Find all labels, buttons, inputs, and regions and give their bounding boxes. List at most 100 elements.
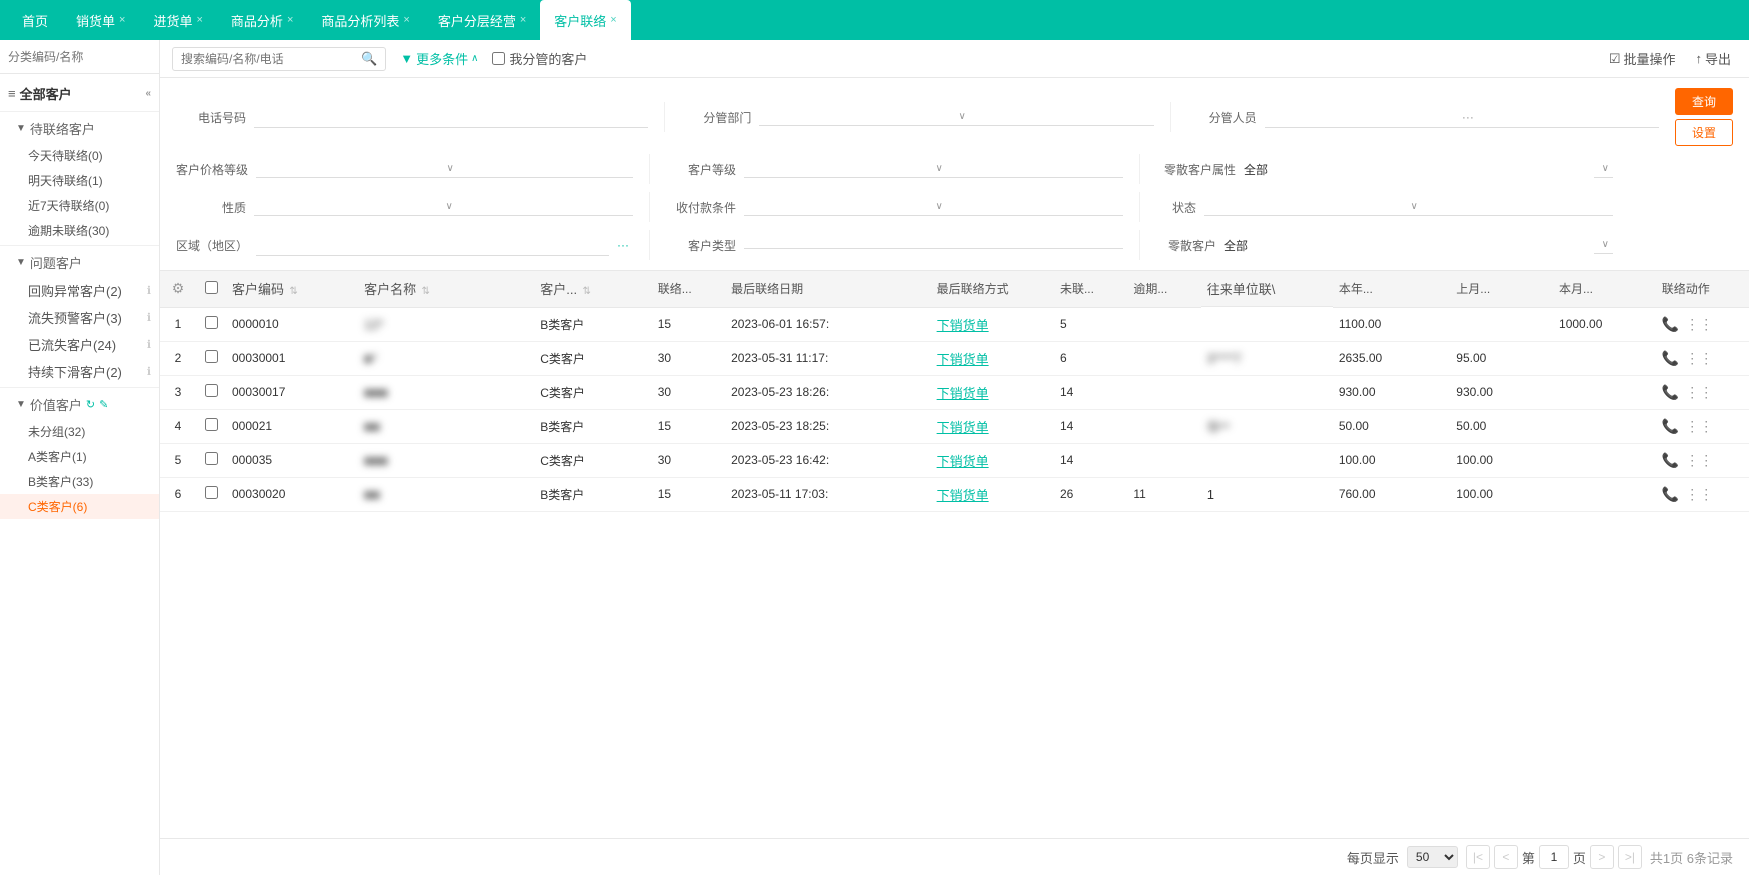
contact-action-icon[interactable]: 📞 [1662,452,1679,469]
nav-home[interactable]: 首页 [8,0,62,40]
cell-last-method[interactable]: 下销货单 [931,443,1054,477]
cell-last-method[interactable]: 下销货单 [931,477,1054,511]
filter-retail-select[interactable]: ∨ [1594,236,1613,254]
sidebar-item-ungrouped[interactable]: 未分组(32) [0,419,159,444]
more-action-icon[interactable]: ⋮⋮ [1685,316,1713,333]
page-last-btn[interactable]: >| [1618,845,1642,869]
cell-last-method[interactable]: 下销货单 [931,409,1054,443]
row-checkbox[interactable] [205,486,218,499]
more-action-icon[interactable]: ⋮⋮ [1685,486,1713,503]
filter-payment-select[interactable]: ∨ [744,198,1123,216]
select-all-checkbox[interactable] [205,281,218,294]
last-method-link[interactable]: 下销货单 [937,386,989,401]
filter-customer-level-select[interactable]: ∨ [744,160,1123,178]
last-method-link[interactable]: 下销货单 [937,454,989,469]
page-first-btn[interactable]: |< [1466,845,1490,869]
cell-checkbox[interactable] [196,477,226,511]
filter-region-input[interactable] [256,235,609,256]
row-checkbox[interactable] [205,350,218,363]
nav-goods-analysis-list[interactable]: 商品分析列表 × [307,0,423,40]
settings-icon[interactable]: ⚙ [172,280,185,296]
filter-manager-select[interactable]: ··· [1265,107,1659,128]
last-method-link[interactable]: 下销货单 [937,352,989,367]
manager-dots[interactable]: ··· [1458,110,1655,124]
sidebar-item-all-customers[interactable]: ≡ 全部客户 « [0,78,159,109]
th-unlink-days[interactable]: 未联... [1054,271,1127,307]
sidebar-group-problem[interactable]: ▼ 问题客户 [0,248,159,277]
th-overdue[interactable]: 逾期... [1127,271,1200,307]
more-action-icon[interactable]: ⋮⋮ [1685,452,1713,469]
th-last-date[interactable]: 最后联络日期 [725,271,931,307]
last-method-link[interactable]: 下销货单 [937,318,989,333]
nav-close-sales[interactable]: × [119,14,125,26]
page-next-btn[interactable]: > [1590,845,1614,869]
nav-sales[interactable]: 销货单 × [62,0,139,40]
th-last-method[interactable]: 最后联络方式 [931,271,1054,307]
filter-more-btn[interactable]: ▼ 更多条件 ∧ [394,46,484,71]
cell-last-method[interactable]: 下销货单 [931,341,1054,375]
cell-last-method[interactable]: 下销货单 [931,375,1054,409]
sidebar-item-week-contact[interactable]: 近7天待联络(0) [0,193,159,218]
page-prev-btn[interactable]: < [1494,845,1518,869]
th-this-year[interactable]: 本年... [1333,271,1450,307]
row-checkbox[interactable] [205,418,218,431]
th-code[interactable]: 客户编码 ⇅ [226,271,358,307]
th-name[interactable]: 客户名称 ⇅ [358,271,534,307]
cell-last-method[interactable]: 下销货单 [931,307,1054,341]
my-customers-checkbox[interactable] [492,52,505,65]
sidebar-item-today-contact[interactable]: 今天待联络(0) [0,143,159,168]
row-checkbox[interactable] [205,316,218,329]
sidebar-item-churn-warning[interactable]: 流失预警客户(3) ℹ [0,304,159,331]
set-btn[interactable]: 设置 [1675,119,1733,146]
last-method-link[interactable]: 下销货单 [937,488,989,503]
row-checkbox[interactable] [205,452,218,465]
contact-action-icon[interactable]: 📞 [1662,350,1679,367]
nav-close-goods-analysis[interactable]: × [287,14,293,26]
th-checkbox[interactable] [196,271,226,307]
region-dots[interactable]: ··· [613,238,633,252]
filter-dept-select[interactable]: ∨ [759,108,1153,126]
cell-checkbox[interactable] [196,341,226,375]
more-action-icon[interactable]: ⋮⋮ [1685,418,1713,435]
filter-nature-select[interactable]: ∨ [254,198,633,216]
sidebar-item-class-c[interactable]: C类客户(6) [0,494,159,519]
th-this-month[interactable]: 本月... [1553,271,1656,307]
batch-btn[interactable]: ☑ 批量操作 [1603,46,1682,71]
search-input[interactable] [181,52,361,66]
sidebar-item-tomorrow-contact[interactable]: 明天待联络(1) [0,168,159,193]
sidebar-item-overdue-contact[interactable]: 逾期未联络(30) [0,218,159,243]
th-last-month[interactable]: 上月... [1450,271,1553,307]
sidebar-item-repurchase-abnormal[interactable]: 回购异常客户(2) ℹ [0,277,159,304]
sidebar-item-declining[interactable]: 持续下滑客户(2) ℹ [0,358,159,385]
sidebar-item-class-a[interactable]: A类客户(1) [0,444,159,469]
sidebar-search-input[interactable] [8,50,160,64]
cell-checkbox[interactable] [196,409,226,443]
nav-close-customer-contact[interactable]: × [610,14,616,26]
nav-close-goods-analysis-list[interactable]: × [403,14,409,26]
filter-price-level-select[interactable]: ∨ [256,160,633,178]
filter-customer-type-select[interactable] [744,242,1123,249]
nav-close-purchase[interactable]: × [196,14,202,26]
sidebar-group-pending[interactable]: ▼ 待联络客户 [0,114,159,143]
sidebar-item-class-b[interactable]: B类客户(33) [0,469,159,494]
nav-customer-contact[interactable]: 客户联络 × [540,0,630,40]
cell-checkbox[interactable] [196,307,226,341]
nav-goods-analysis[interactable]: 商品分析 × [217,0,307,40]
edit-icon[interactable]: ✎ [99,398,108,411]
row-checkbox[interactable] [205,384,218,397]
cell-checkbox[interactable] [196,443,226,477]
more-action-icon[interactable]: ⋮⋮ [1685,384,1713,401]
nav-close-customer-tier[interactable]: × [520,14,526,26]
th-type[interactable]: 客户... ⇅ [534,271,651,307]
filter-retail-attr-select[interactable]: ∨ [1594,160,1613,178]
contact-action-icon[interactable]: 📞 [1662,316,1679,333]
cell-checkbox[interactable] [196,375,226,409]
contact-action-icon[interactable]: 📞 [1662,486,1679,503]
th-contact[interactable]: 联络... [652,271,725,307]
contact-action-icon[interactable]: 📞 [1662,384,1679,401]
contact-action-icon[interactable]: 📞 [1662,418,1679,435]
query-btn[interactable]: 查询 [1675,88,1733,115]
refresh-icon[interactable]: ↻ [86,398,95,411]
last-method-link[interactable]: 下销货单 [937,420,989,435]
nav-customer-tier[interactable]: 客户分层经营 × [424,0,540,40]
